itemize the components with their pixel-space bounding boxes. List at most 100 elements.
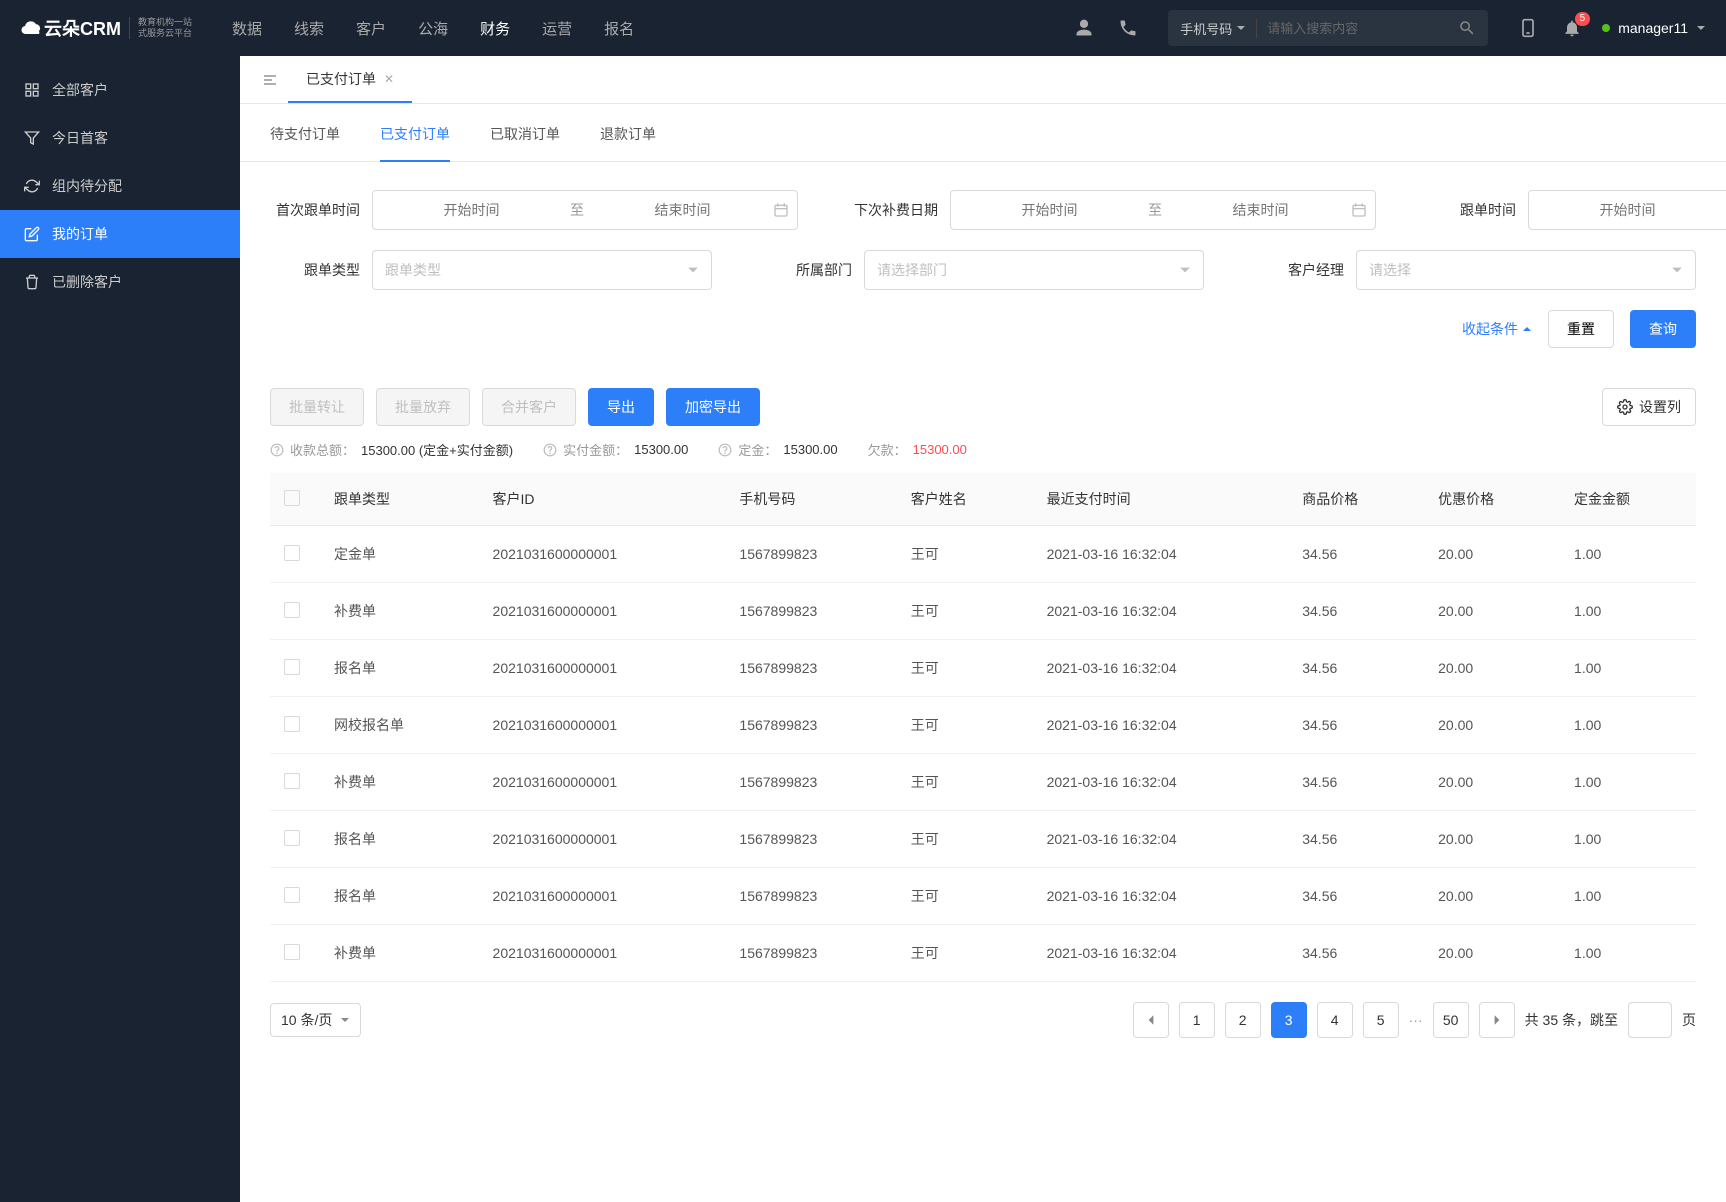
export-button[interactable]: 导出 [588,388,654,426]
table-row[interactable]: 网校报名单20210316000000011567899823王可2021-03… [270,697,1696,754]
page-suffix: 页 [1682,1010,1696,1030]
row-checkbox[interactable] [284,887,300,903]
row-checkbox[interactable] [284,773,300,789]
inner-tab[interactable]: 已支付订单 [380,124,450,162]
cell-time: 2021-03-16 16:32:04 [1033,583,1289,640]
sidebar-item[interactable]: 全部客户 [0,66,240,114]
row-checkbox[interactable] [284,602,300,618]
bell-icon[interactable]: 5 [1562,18,1582,38]
help-icon [718,443,732,457]
mobile-icon[interactable] [1518,18,1538,38]
dept-select[interactable]: 请选择部门 [864,250,1204,290]
manager-select[interactable]: 请选择 [1356,250,1696,290]
table-row[interactable]: 报名单20210316000000011567899823王可2021-03-1… [270,811,1696,868]
table-header: 最近支付时间 [1033,473,1289,526]
cell-discount: 20.00 [1424,925,1560,982]
cell-discount: 20.00 [1424,526,1560,583]
nav-item[interactable]: 线索 [294,18,324,39]
search-input[interactable] [1257,21,1458,36]
cell-id: 2021031600000001 [479,583,726,640]
logo-text: 云朵CRM [44,15,121,41]
cell-time: 2021-03-16 16:32:04 [1033,868,1289,925]
table-row[interactable]: 补费单20210316000000011567899823王可2021-03-1… [270,925,1696,982]
start-date-input[interactable] [959,202,1140,218]
nav-item[interactable]: 报名 [604,18,634,39]
nav-item[interactable]: 数据 [232,18,262,39]
sidebar-item[interactable]: 我的订单 [0,210,240,258]
nav-item[interactable]: 运营 [542,18,572,39]
table-row[interactable]: 报名单20210316000000011567899823王可2021-03-1… [270,640,1696,697]
cell-time: 2021-03-16 16:32:04 [1033,697,1289,754]
start-date-input[interactable] [381,202,562,218]
select-all-checkbox[interactable] [284,490,300,506]
last-page-button[interactable]: 50 [1433,1002,1469,1038]
end-date-input[interactable] [1170,202,1351,218]
sidebar-label: 全部客户 [52,80,108,100]
follow-type-select[interactable]: 跟单类型 [372,250,712,290]
cell-phone: 1567899823 [725,697,896,754]
page-number-button[interactable]: 5 [1363,1002,1399,1038]
merge-button[interactable]: 合并客户 [482,388,576,426]
page-size-select[interactable]: 10 条/页 [270,1003,361,1037]
status-dot [1602,24,1610,32]
column-settings-button[interactable]: 设置列 [1602,388,1696,426]
cell-type: 报名单 [320,868,479,925]
prev-page-button[interactable] [1133,1002,1169,1038]
cell-name: 王可 [897,640,1033,697]
cell-name: 王可 [897,583,1033,640]
sidebar-item[interactable]: 今日首客 [0,114,240,162]
sidebar-label: 已删除客户 [52,272,122,292]
table-row[interactable]: 补费单20210316000000011567899823王可2021-03-1… [270,754,1696,811]
inner-tab[interactable]: 退款订单 [600,124,656,162]
row-checkbox[interactable] [284,716,300,732]
next-pay-daterange[interactable]: 至 [950,190,1376,230]
row-checkbox[interactable] [284,830,300,846]
collapse-filters-link[interactable]: 收起条件 [1462,319,1532,339]
user-icon[interactable] [1074,18,1094,38]
page-number-button[interactable]: 1 [1179,1002,1215,1038]
phone-icon[interactable] [1118,18,1138,38]
gear-icon [1617,399,1633,415]
nav-item[interactable]: 公海 [418,18,448,39]
reset-button[interactable]: 重置 [1548,310,1614,348]
encrypt-export-button[interactable]: 加密导出 [666,388,760,426]
sidebar-icon [24,274,40,290]
query-button[interactable]: 查询 [1630,310,1696,348]
logo[interactable]: 云朵CRM 教育机构一站 式服务云平台 [20,15,192,41]
table-header: 定金金额 [1560,473,1696,526]
inner-tab[interactable]: 待支付订单 [270,124,340,162]
row-checkbox[interactable] [284,545,300,561]
table-row[interactable]: 报名单20210316000000011567899823王可2021-03-1… [270,868,1696,925]
search-type-dropdown[interactable]: 手机号码 [1180,19,1257,38]
nav-item[interactable]: 财务 [480,18,510,39]
logo-subtitle: 教育机构一站 式服务云平台 [129,17,192,39]
search-icon[interactable] [1458,19,1476,37]
sidebar-item[interactable]: 组内待分配 [0,162,240,210]
cell-name: 王可 [897,754,1033,811]
page-number-button[interactable]: 3 [1271,1002,1307,1038]
start-date-input[interactable] [1537,202,1718,218]
end-date-input[interactable] [592,202,773,218]
nav-item[interactable]: 客户 [356,18,386,39]
tab-paid-orders[interactable]: 已支付订单 ✕ [288,56,412,103]
bulk-transfer-button[interactable]: 批量转让 [270,388,364,426]
first-follow-daterange[interactable]: 至 [372,190,798,230]
page-number-button[interactable]: 2 [1225,1002,1261,1038]
search-box[interactable]: 手机号码 [1168,10,1488,46]
inner-tab[interactable]: 已取消订单 [490,124,560,162]
tabs-collapse-icon[interactable] [252,72,288,88]
notification-badge: 5 [1575,12,1591,26]
jump-page-input[interactable] [1628,1002,1672,1038]
follow-time-daterange[interactable]: 至 [1528,190,1726,230]
page-number-button[interactable]: 4 [1317,1002,1353,1038]
close-icon[interactable]: ✕ [384,72,394,86]
row-checkbox[interactable] [284,659,300,675]
table-row[interactable]: 定金单20210316000000011567899823王可2021-03-1… [270,526,1696,583]
row-checkbox[interactable] [284,944,300,960]
table-row[interactable]: 补费单20210316000000011567899823王可2021-03-1… [270,583,1696,640]
sidebar-item[interactable]: 已删除客户 [0,258,240,306]
next-page-button[interactable] [1479,1002,1515,1038]
user-menu[interactable]: manager11 [1602,20,1706,36]
cell-deposit: 1.00 [1560,811,1696,868]
bulk-abandon-button[interactable]: 批量放弃 [376,388,470,426]
